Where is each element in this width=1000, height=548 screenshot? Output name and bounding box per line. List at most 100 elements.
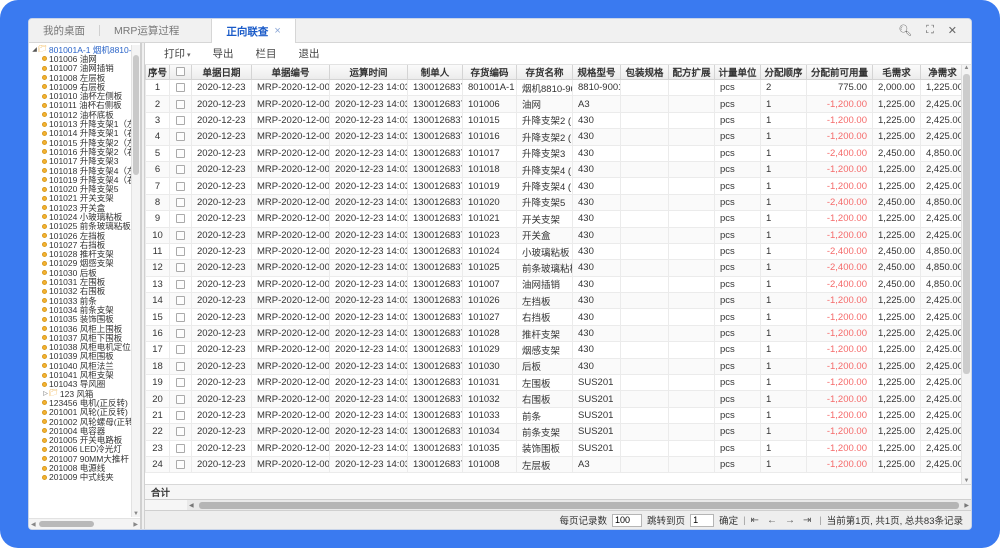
scroll-down-icon[interactable]: ▼	[962, 478, 971, 484]
row-checkbox-cell[interactable]	[170, 96, 192, 112]
tree-leaf-node[interactable]: 101017 升降支架3	[31, 157, 140, 166]
table-row[interactable]: 232020-12-23MRP-2020-12-00212020-12-23 1…	[146, 440, 962, 456]
tree-leaf-node[interactable]: 101023 开关盒	[31, 203, 140, 212]
row-checkbox-cell[interactable]	[170, 293, 192, 309]
row-checkbox[interactable]	[176, 247, 185, 256]
table-row[interactable]: 162020-12-23MRP-2020-12-00212020-12-23 1…	[146, 325, 962, 341]
table-row[interactable]: 92020-12-23MRP-2020-12-00212020-12-23 14…	[146, 211, 962, 227]
scrollbar-thumb[interactable]	[963, 74, 970, 374]
tree-leaf-node[interactable]: 201006 LED冷光灯	[31, 445, 140, 454]
table-row[interactable]: 222020-12-23MRP-2020-12-00212020-12-23 1…	[146, 424, 962, 440]
column-header[interactable]: 包装规格	[621, 65, 669, 80]
row-checkbox-cell[interactable]	[170, 161, 192, 177]
select-all-header[interactable]	[170, 65, 192, 80]
tree-leaf-node[interactable]: 101024 小玻璃粘板	[31, 212, 140, 221]
scrollbar-thumb[interactable]	[39, 521, 94, 527]
tree-leaf-node[interactable]: 101025 前条玻璃粘板	[31, 222, 140, 231]
tree-leaf-node[interactable]: 101031 左围板	[31, 277, 140, 286]
column-header[interactable]: 计量单位	[715, 65, 761, 80]
scroll-left-icon[interactable]: ◀	[189, 502, 194, 509]
table-row[interactable]: 172020-12-23MRP-2020-12-00212020-12-23 1…	[146, 342, 962, 358]
scroll-up-icon[interactable]: ▲	[962, 65, 971, 71]
tree-leaf-node[interactable]: 201009 中式线夹	[31, 473, 140, 482]
row-checkbox[interactable]	[176, 280, 185, 289]
tree-leaf-node[interactable]: 201008 电源线	[31, 463, 140, 472]
row-checkbox-cell[interactable]	[170, 342, 192, 358]
tree-leaf-node[interactable]: 101015 升降支架2（左	[31, 138, 140, 147]
sidebar-vertical-scrollbar[interactable]: ▼	[131, 45, 140, 517]
tree-leaf-node[interactable]: 201004 电容器	[31, 426, 140, 435]
tree-expanded-icon[interactable]: ◢	[31, 46, 38, 53]
row-checkbox[interactable]	[176, 411, 185, 420]
table-row[interactable]: 212020-12-23MRP-2020-12-00212020-12-23 1…	[146, 407, 962, 423]
column-header[interactable]: 配方扩展	[669, 65, 715, 80]
table-row[interactable]: 192020-12-23MRP-2020-12-00212020-12-23 1…	[146, 375, 962, 391]
row-checkbox[interactable]	[176, 132, 185, 141]
tree-leaf-node[interactable]: 101013 升降支架1（左	[31, 119, 140, 128]
table-row[interactable]: 42020-12-23MRP-2020-12-00212020-12-23 14…	[146, 129, 962, 145]
tree-leaf-node[interactable]: 101009 右层板	[31, 82, 140, 91]
table-row[interactable]: 62020-12-23MRP-2020-12-00212020-12-23 14…	[146, 161, 962, 177]
table-row[interactable]: 112020-12-23MRP-2020-12-00212020-12-23 1…	[146, 243, 962, 259]
export-button[interactable]: 导出	[204, 44, 243, 63]
tree-leaf-node[interactable]: 101035 装饰围板	[31, 315, 140, 324]
tree-leaf-node[interactable]: 101020 升降支架5	[31, 184, 140, 193]
column-header[interactable]: 运算时间	[330, 65, 408, 80]
scrollbar-thumb[interactable]	[133, 55, 139, 175]
table-row[interactable]: 12020-12-23MRP-2020-12-00212020-12-23 14…	[146, 80, 962, 96]
row-checkbox-cell[interactable]	[170, 112, 192, 128]
prev-page-icon[interactable]: ←	[767, 515, 780, 526]
row-checkbox[interactable]	[176, 214, 185, 223]
scrollbar-thumb[interactable]	[199, 502, 959, 509]
table-row[interactable]: 122020-12-23MRP-2020-12-00212020-12-23 1…	[146, 260, 962, 276]
tree-leaf-node[interactable]: 101026 左挡板	[31, 231, 140, 240]
table-row[interactable]: 102020-12-23MRP-2020-12-00212020-12-23 1…	[146, 227, 962, 243]
column-header[interactable]: 序号	[146, 65, 170, 80]
tree-leaf-node[interactable]: 101006 油网	[31, 54, 140, 63]
close-icon[interactable]: ✕	[948, 24, 957, 37]
row-checkbox-cell[interactable]	[170, 440, 192, 456]
row-checkbox[interactable]	[176, 182, 185, 191]
tree-leaf-node[interactable]: 101019 升降支架4（右	[31, 175, 140, 184]
table-row[interactable]: 152020-12-23MRP-2020-12-00212020-12-23 1…	[146, 309, 962, 325]
row-checkbox[interactable]	[176, 444, 185, 453]
fullscreen-icon[interactable]: ⛶	[926, 24, 934, 37]
column-header[interactable]: 毛需求	[873, 65, 921, 80]
row-checkbox[interactable]	[176, 460, 185, 469]
table-row[interactable]: 52020-12-23MRP-2020-12-00212020-12-23 14…	[146, 145, 962, 161]
row-checkbox[interactable]	[176, 378, 185, 387]
table-row[interactable]: 132020-12-23MRP-2020-12-00212020-12-23 1…	[146, 276, 962, 292]
row-checkbox-cell[interactable]	[170, 325, 192, 341]
tab-forward-query[interactable]: 正向联查 ×	[211, 19, 295, 43]
row-checkbox-cell[interactable]	[170, 456, 192, 472]
tree-folder-node[interactable]: ▷📁︎123 风箱	[31, 389, 140, 398]
row-checkbox-cell[interactable]	[170, 194, 192, 210]
page-size-input[interactable]	[612, 514, 642, 527]
tree-leaf-node[interactable]: 201005 开关电路板	[31, 435, 140, 444]
row-checkbox[interactable]	[176, 313, 185, 322]
tree-leaf-node[interactable]: 101014 升降支架1（右	[31, 129, 140, 138]
column-header[interactable]: 制单人	[408, 65, 463, 80]
last-page-icon[interactable]: ⇥	[803, 515, 814, 526]
tree-leaf-node[interactable]: 101033 前条	[31, 296, 140, 305]
table-row[interactable]: 82020-12-23MRP-2020-12-00212020-12-23 14…	[146, 194, 962, 210]
tree-leaf-node[interactable]: 101041 风柜支架	[31, 370, 140, 379]
tree-leaf-node[interactable]: 101007 油网插销	[31, 64, 140, 73]
table-vertical-scrollbar[interactable]: ▲ ▼	[961, 65, 971, 484]
tree-collapsed-icon[interactable]: ▷	[42, 390, 49, 397]
tree-leaf-node[interactable]: 101016 升降支架2（右	[31, 147, 140, 156]
tree-leaf-node[interactable]: 101028 推杆支架	[31, 250, 140, 259]
scroll-left-icon[interactable]: ◀	[31, 521, 36, 528]
column-header[interactable]: 存货编码	[463, 65, 517, 80]
select-all-checkbox[interactable]	[176, 67, 185, 76]
next-page-icon[interactable]: →	[785, 515, 798, 526]
columns-button[interactable]: 栏目	[247, 44, 286, 63]
tree-leaf-node[interactable]: 201002 风轮螺母(正转)	[31, 417, 140, 426]
column-header[interactable]: 分配顺序	[761, 65, 807, 80]
row-checkbox-cell[interactable]	[170, 375, 192, 391]
row-checkbox[interactable]	[176, 116, 185, 125]
row-checkbox-cell[interactable]	[170, 424, 192, 440]
row-checkbox-cell[interactable]	[170, 407, 192, 423]
row-checkbox[interactable]	[176, 83, 185, 92]
tree-leaf-node[interactable]: 101029 烟感支架	[31, 259, 140, 268]
